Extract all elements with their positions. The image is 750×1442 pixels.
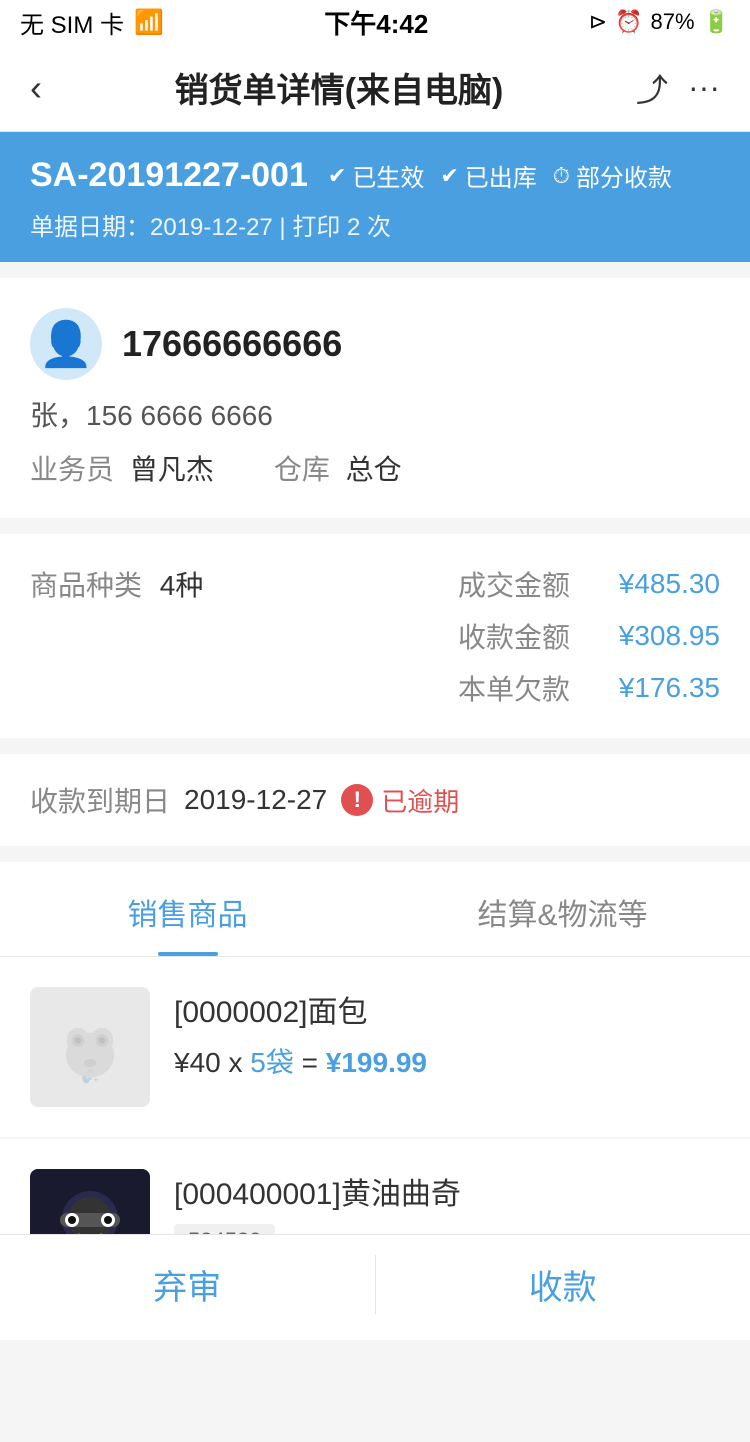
location-icon: ⊳: [589, 9, 607, 35]
tabs-row: 销售商品 结算&物流等: [0, 862, 750, 956]
product-name-1: [0000002]面包: [174, 987, 720, 1031]
back-button[interactable]: ‹: [30, 67, 42, 109]
product-type-value: 4种: [160, 570, 204, 601]
product-price-1: ¥40 x 5袋 = ¥199.99: [174, 1041, 720, 1081]
avatar: 👤: [30, 308, 102, 380]
due-date-value: 2019-12-27: [184, 784, 327, 816]
status-partial: ⏱ 部分收款: [553, 158, 672, 193]
svg-text:🐦+: 🐦+: [81, 1075, 99, 1086]
received-amount-row: 收款金额 ¥308.95: [458, 616, 720, 656]
tabs-section: 销售商品 结算&物流等: [0, 862, 750, 957]
owed-amount-row: 本单欠款 ¥176.35: [458, 668, 720, 708]
abandon-review-button[interactable]: 弃审: [0, 1235, 375, 1334]
status-bar: 无 SIM 卡 📶 下午4:42 ⊳ ⏰ 87% 🔋: [0, 0, 750, 44]
customer-meta: 业务员 曾凡杰 仓库 总仓: [30, 448, 720, 488]
header-banner: SA-20191227-001 ✔ 已生效 ✔ 已出库 ⏱ 部分收款 单据日期：…: [0, 132, 750, 262]
product-type-field: 商品种类 4种: [30, 564, 203, 604]
check-icon-2: ✔: [440, 163, 458, 189]
price-total-1: ¥199.99: [326, 1047, 427, 1078]
collect-payment-button[interactable]: 收款: [376, 1235, 750, 1334]
customer-section: 👤 17666666666 张，156 6666 6666 业务员 曾凡杰 仓库…: [0, 278, 750, 518]
user-icon: 👤: [39, 318, 94, 370]
warehouse-label: 仓库: [274, 454, 330, 485]
product-info-1: [0000002]面包 ¥40 x 5袋 = ¥199.99: [174, 987, 720, 1081]
deal-amount-row: 成交金额 ¥485.30: [458, 564, 720, 604]
status-shipped-label: 已出库: [465, 158, 537, 193]
overdue-badge: ! 已逾期: [341, 782, 459, 819]
list-item: 🐦+ [0000002]面包 ¥40 x 5袋 = ¥199.99: [0, 957, 750, 1137]
bottom-bar: 弃审 收款: [0, 1234, 750, 1334]
clock-icon: ⏱: [553, 163, 570, 189]
check-icon-1: ✔: [328, 163, 346, 189]
received-amount-value: ¥308.95: [590, 620, 720, 652]
customer-name-phone: 张，156 6666 6666: [30, 394, 720, 434]
status-right: ⊳ ⏰ 87% 🔋: [589, 9, 730, 35]
nav-bar: ‹ 销货单详情(来自电脑) ⤴ ···: [0, 44, 750, 132]
status-tags: ✔ 已生效 ✔ 已出库 ⏱ 部分收款: [328, 158, 672, 193]
order-id: SA-20191227-001: [30, 156, 308, 195]
status-effective-label: 已生效: [352, 158, 424, 193]
staff-value: 曾凡杰: [130, 454, 214, 485]
amount-fields: 成交金额 ¥485.30 收款金额 ¥308.95 本单欠款 ¥176.35: [458, 564, 720, 708]
staff-field: 业务员 曾凡杰: [30, 448, 214, 488]
warehouse-value: 总仓: [346, 454, 402, 485]
warehouse-field: 仓库 总仓: [274, 448, 402, 488]
product-type-label: 商品种类: [30, 570, 142, 601]
owed-amount-label: 本单欠款: [458, 668, 570, 708]
due-date-section: 收款到期日 2019-12-27 ! 已逾期: [0, 754, 750, 846]
deal-amount-label: 成交金额: [458, 564, 570, 604]
summary-section: 商品种类 4种 成交金额 ¥485.30 收款金额 ¥308.95 本单欠款 ¥…: [0, 534, 750, 738]
tab-settlement[interactable]: 结算&物流等: [375, 862, 750, 956]
price-base-1: ¥40 x: [174, 1047, 250, 1078]
page-title: 销货单详情(来自电脑): [175, 63, 504, 112]
overdue-text: 已逾期: [381, 782, 459, 819]
share-icon[interactable]: ⤴: [636, 65, 668, 111]
doc-date: 单据日期：2019-12-27 | 打印 2 次: [30, 207, 720, 242]
deal-amount-value: ¥485.30: [590, 568, 720, 600]
battery-label: 87%: [651, 9, 695, 35]
status-shipped: ✔ 已出库: [440, 158, 536, 193]
nav-actions: ⤴ ···: [636, 65, 720, 111]
status-time: 下午4:42: [324, 4, 428, 41]
price-eq-1: =: [294, 1047, 326, 1078]
banner-top: SA-20191227-001 ✔ 已生效 ✔ 已出库 ⏱ 部分收款: [30, 156, 720, 195]
owed-amount-value: ¥176.35: [590, 672, 720, 704]
more-icon[interactable]: ···: [688, 69, 720, 106]
product-thumbnail-1: 🐦+: [30, 987, 150, 1107]
wifi-icon: 📶: [134, 8, 164, 37]
staff-label: 业务员: [30, 454, 114, 485]
due-date-label: 收款到期日: [30, 780, 170, 820]
customer-phone-number: 17666666666: [122, 323, 342, 365]
status-left: 无 SIM 卡 📶: [20, 5, 164, 40]
status-effective: ✔ 已生效: [328, 158, 424, 193]
battery-icon: 🔋: [703, 9, 730, 35]
sim-label: 无 SIM 卡: [20, 5, 124, 40]
tab-products[interactable]: 销售商品: [0, 862, 375, 956]
alarm-icon: ⏰: [615, 9, 642, 35]
product-name-2: [000400001]黄油曲奇: [174, 1169, 720, 1213]
price-qty-1: 5袋: [250, 1047, 294, 1078]
overdue-warning-icon: !: [341, 784, 373, 816]
received-amount-label: 收款金额: [458, 616, 570, 656]
status-partial-label: 部分收款: [576, 158, 672, 193]
customer-top: 👤 17666666666: [30, 308, 720, 380]
